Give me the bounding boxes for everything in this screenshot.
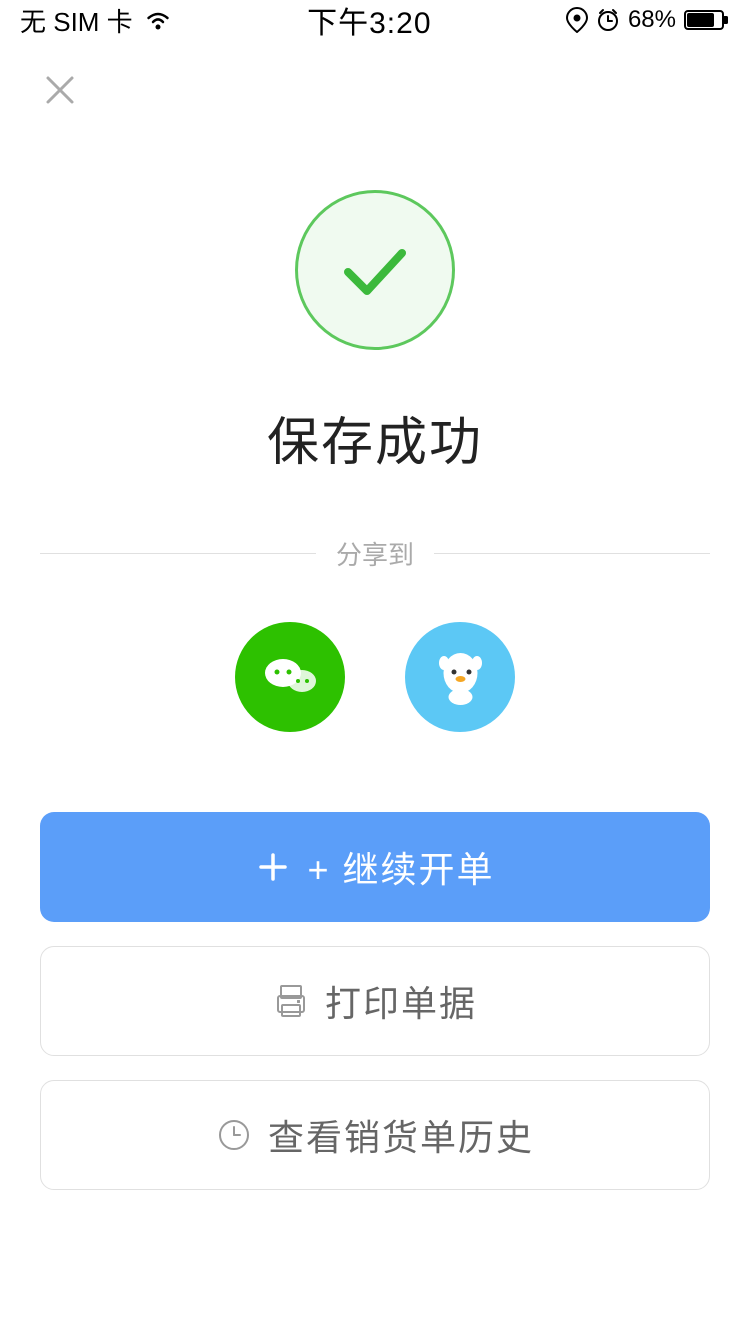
success-icon: [295, 190, 455, 350]
share-icons: [235, 622, 515, 732]
history-button[interactable]: 查看销货单历史: [40, 1080, 710, 1190]
share-label: 分享到: [336, 535, 414, 572]
plus-icon: [255, 849, 291, 885]
status-left: 无 SIM 卡: [20, 2, 173, 39]
print-label: 打印单据: [325, 975, 477, 1027]
status-bar: 无 SIM 卡 下午3:20 68%: [0, 0, 750, 40]
continue-label: + 继续开单: [307, 841, 494, 893]
wifi-icon: [143, 8, 173, 32]
battery-text: 68%: [628, 6, 676, 34]
success-title: 保存成功: [267, 400, 483, 475]
print-button[interactable]: 打印单据: [40, 946, 710, 1056]
continue-button[interactable]: + 继续开单: [40, 812, 710, 922]
location-icon: [566, 7, 588, 33]
alarm-icon: [596, 8, 620, 32]
history-icon: [216, 1117, 252, 1153]
status-time: 下午3:20: [307, 0, 431, 42]
share-divider: 分享到: [40, 535, 710, 572]
status-right: 68%: [566, 6, 730, 34]
print-icon: [273, 983, 309, 1019]
battery-icon: [684, 8, 730, 32]
no-sim-text: 无 SIM 卡: [20, 2, 133, 39]
divider-line-right: [434, 553, 710, 554]
close-button[interactable]: [30, 60, 90, 120]
action-buttons: + 继续开单 打印单据 查看销: [40, 812, 710, 1190]
qq-share-button[interactable]: [405, 622, 515, 732]
wechat-share-button[interactable]: [235, 622, 345, 732]
main-content: 保存成功 分享到: [0, 140, 750, 1334]
history-label: 查看销货单历史: [268, 1109, 534, 1161]
divider-line-left: [40, 553, 316, 554]
